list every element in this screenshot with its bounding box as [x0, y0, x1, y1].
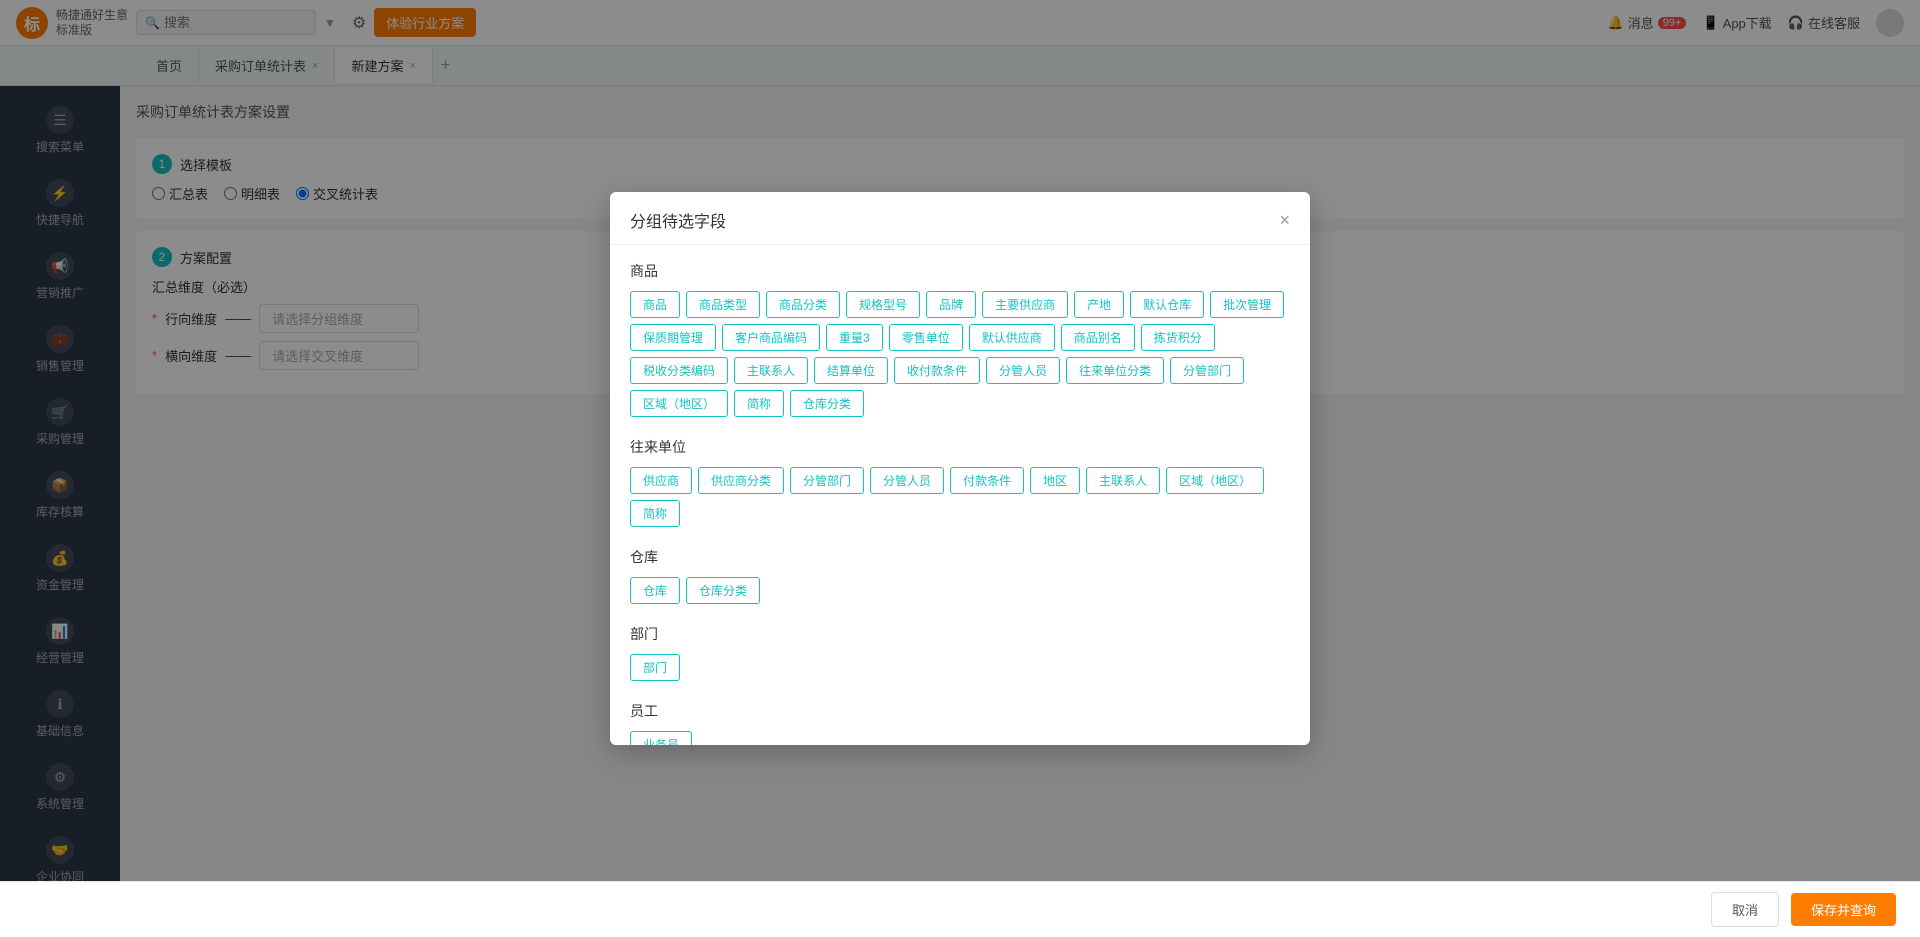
field-tag-0-18[interactable]: 结算单位	[814, 357, 888, 384]
field-tag-0-5[interactable]: 主要供应商	[982, 291, 1068, 318]
field-tag-0-9[interactable]: 保质期管理	[630, 324, 716, 351]
field-tag-0-13[interactable]: 默认供应商	[969, 324, 1055, 351]
field-tag-0-23[interactable]: 区域（地区）	[630, 390, 728, 417]
field-tag-0-25[interactable]: 仓库分类	[790, 390, 864, 417]
bottom-bar: 取消 保存并查询	[0, 881, 1920, 937]
field-tag-1-3[interactable]: 分管人员	[870, 467, 944, 494]
field-tag-0-4[interactable]: 品牌	[926, 291, 976, 318]
field-selection-modal: 分组待选字段 × 商品商品商品类型商品分类规格型号品牌主要供应商产地默认仓库批次…	[610, 192, 1310, 745]
field-tag-2-0[interactable]: 仓库	[630, 577, 680, 604]
field-tag-1-1[interactable]: 供应商分类	[698, 467, 784, 494]
modal-title: 分组待选字段	[630, 208, 726, 232]
field-tag-0-2[interactable]: 商品分类	[766, 291, 840, 318]
field-tag-0-11[interactable]: 重量3	[826, 324, 883, 351]
field-group-title-1: 往来单位	[630, 437, 1290, 457]
field-tag-0-21[interactable]: 往来单位分类	[1066, 357, 1164, 384]
field-tag-1-5[interactable]: 地区	[1030, 467, 1080, 494]
field-tags-0: 商品商品类型商品分类规格型号品牌主要供应商产地默认仓库批次管理保质期管理客户商品…	[630, 291, 1290, 417]
field-tag-0-10[interactable]: 客户商品编码	[722, 324, 820, 351]
field-group-2: 仓库仓库仓库分类	[630, 547, 1290, 604]
modal-close-button[interactable]: ×	[1279, 210, 1290, 231]
field-group-title-4: 员工	[630, 701, 1290, 721]
field-tag-1-2[interactable]: 分管部门	[790, 467, 864, 494]
field-tag-0-1[interactable]: 商品类型	[686, 291, 760, 318]
modal-overlay: 分组待选字段 × 商品商品商品类型商品分类规格型号品牌主要供应商产地默认仓库批次…	[0, 0, 1920, 937]
field-tag-0-20[interactable]: 分管人员	[986, 357, 1060, 384]
modal-body: 商品商品商品类型商品分类规格型号品牌主要供应商产地默认仓库批次管理保质期管理客户…	[610, 245, 1310, 745]
field-tag-1-7[interactable]: 区域（地区）	[1166, 467, 1264, 494]
field-tags-3: 部门	[630, 654, 1290, 681]
field-tag-0-16[interactable]: 税收分类编码	[630, 357, 728, 384]
field-tag-4-0[interactable]: 业务员	[630, 731, 692, 745]
field-tag-3-0[interactable]: 部门	[630, 654, 680, 681]
field-group-title-0: 商品	[630, 261, 1290, 281]
field-group-0: 商品商品商品类型商品分类规格型号品牌主要供应商产地默认仓库批次管理保质期管理客户…	[630, 261, 1290, 417]
field-tags-1: 供应商供应商分类分管部门分管人员付款条件地区主联系人区域（地区） 简称	[630, 467, 1290, 527]
field-tag-0-8[interactable]: 批次管理	[1210, 291, 1284, 318]
field-tag-0-17[interactable]: 主联系人	[734, 357, 808, 384]
field-tag-2-1[interactable]: 仓库分类	[686, 577, 760, 604]
modal-header: 分组待选字段 ×	[610, 192, 1310, 245]
save-query-button[interactable]: 保存并查询	[1791, 893, 1896, 926]
field-tag-1-4[interactable]: 付款条件	[950, 467, 1024, 494]
field-tags-2: 仓库仓库分类	[630, 577, 1290, 604]
field-tag-0-12[interactable]: 零售单位	[889, 324, 963, 351]
field-tag-0-15[interactable]: 拣货积分	[1141, 324, 1215, 351]
field-tag-0-24[interactable]: 简称	[734, 390, 784, 417]
field-group-title-3: 部门	[630, 624, 1290, 644]
field-group-4: 员工业务员	[630, 701, 1290, 745]
field-tag-0-19[interactable]: 收付款条件	[894, 357, 980, 384]
field-tag-0-3[interactable]: 规格型号	[846, 291, 920, 318]
field-tags-4: 业务员	[630, 731, 1290, 745]
field-group-3: 部门部门	[630, 624, 1290, 681]
field-group-title-2: 仓库	[630, 547, 1290, 567]
field-tag-0-0[interactable]: 商品	[630, 291, 680, 318]
field-tag-0-7[interactable]: 默认仓库	[1130, 291, 1204, 318]
cancel-button[interactable]: 取消	[1711, 892, 1779, 927]
field-tag-1-0[interactable]: 供应商	[630, 467, 692, 494]
field-tag-0-14[interactable]: 商品别名	[1061, 324, 1135, 351]
field-tag-0-22[interactable]: 分管部门	[1170, 357, 1244, 384]
field-tag-1-8[interactable]: 简称	[630, 500, 680, 527]
field-tag-0-6[interactable]: 产地	[1074, 291, 1124, 318]
field-group-1: 往来单位供应商供应商分类分管部门分管人员付款条件地区主联系人区域（地区） 简称	[630, 437, 1290, 527]
field-tag-1-6[interactable]: 主联系人	[1086, 467, 1160, 494]
